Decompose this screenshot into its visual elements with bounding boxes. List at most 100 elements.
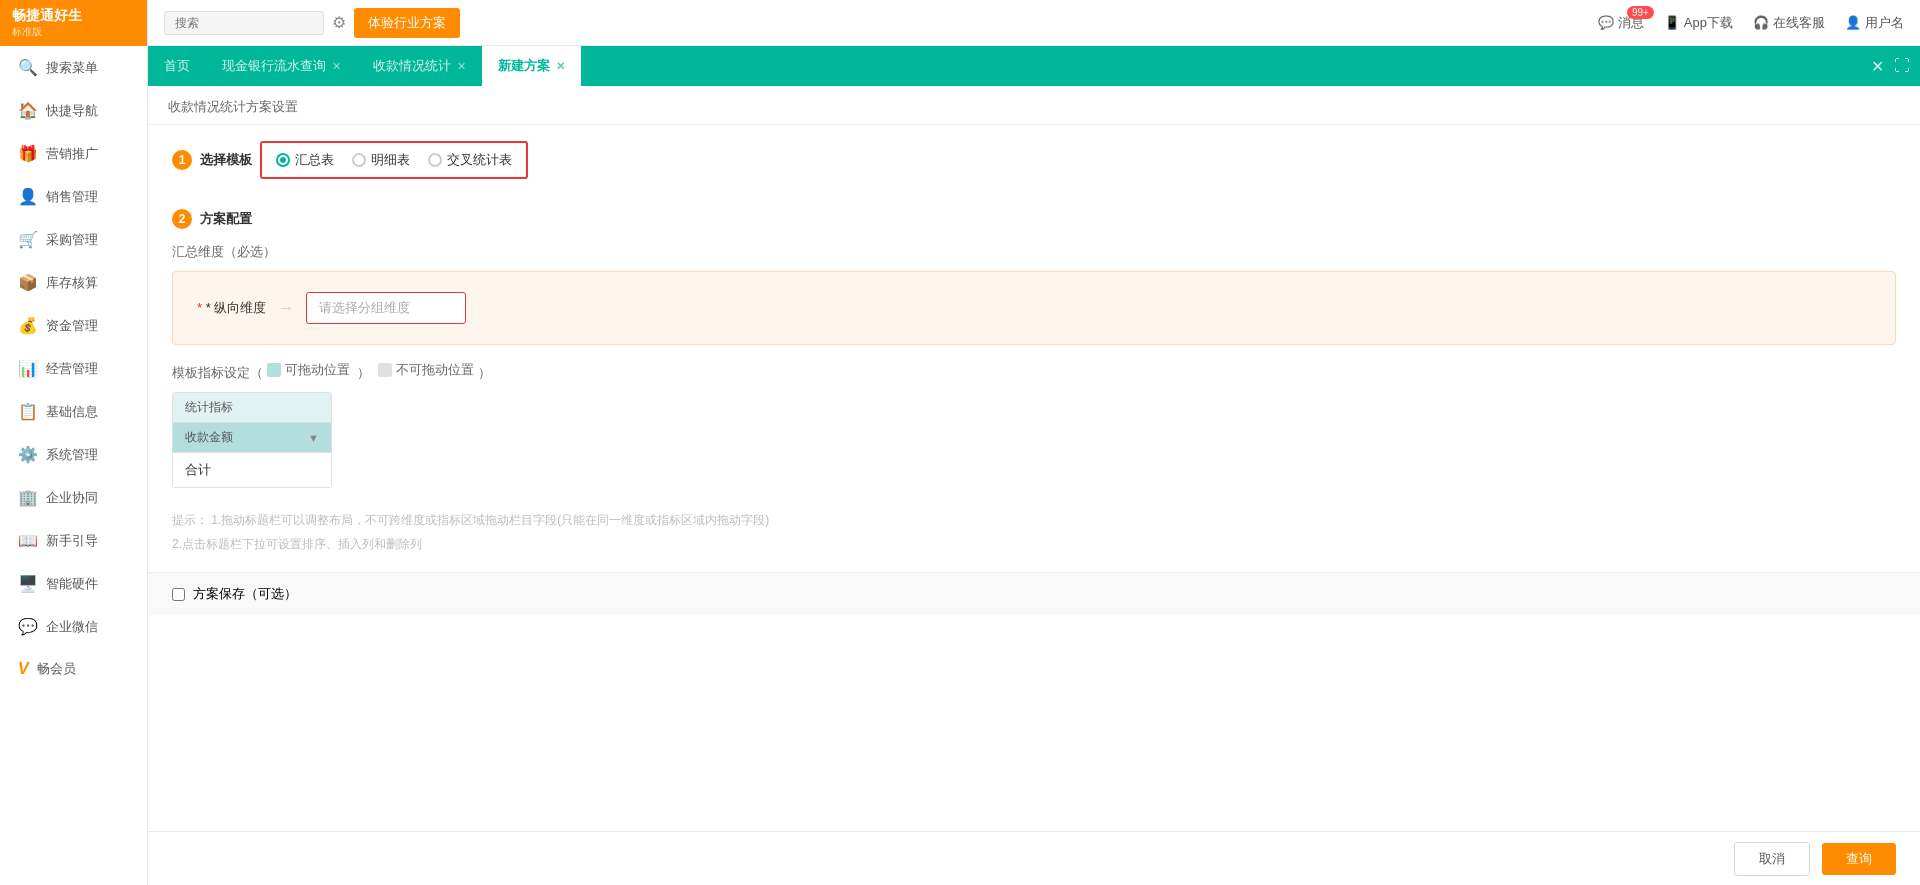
search-input[interactable] (164, 11, 324, 35)
step2-section: 2 方案配置 汇总维度（必选） * * 纵向维度 → 请选择分组维度 (148, 209, 1920, 572)
industry-btn[interactable]: 体验行业方案 (354, 8, 460, 38)
tab-receipt-stat[interactable]: 收款情况统计 ✕ (357, 46, 482, 86)
sidebar-item-smart-hw[interactable]: 🖥️ 智能硬件 (0, 562, 147, 605)
sidebar: 畅捷通好生 标准版 🔍 搜索菜单 🏠 快捷导航 🎁 营销推广 👤 销售管理 🛒 … (0, 0, 148, 885)
user-avatar[interactable]: 👤 用户名 (1845, 14, 1904, 32)
indicator-header: 模板指标设定（ 可拖动位置 ） 不可拖动位置 ） (172, 361, 1896, 382)
save-label: 方案保存（可选） (193, 585, 297, 603)
template-selection-box: 汇总表 明细表 交叉统计表 (260, 141, 528, 179)
indicator-section: 模板指标设定（ 可拖动位置 ） 不可拖动位置 ） (172, 361, 1896, 488)
content-inner: 收款情况统计方案设置 1 选择模板 汇总表 明细表 (148, 86, 1920, 831)
indicator-col-header[interactable]: 收款金额 ▼ (173, 423, 331, 453)
non-draggable-legend: 不可拖动位置 (378, 361, 474, 379)
guide-icon: 📖 (18, 531, 38, 550)
step1-section: 1 选择模板 汇总表 明细表 交叉统计表 (148, 125, 1920, 209)
dimension-row: * * 纵向维度 → 请选择分组维度 (197, 292, 1871, 324)
indicator-table-total: 合计 (173, 453, 331, 487)
search-menu-icon: 🔍 (18, 58, 38, 77)
page-title: 收款情况统计方案设置 (148, 86, 1920, 125)
radio-circle-cross (428, 153, 442, 167)
sidebar-item-finance[interactable]: 💰 资金管理 (0, 304, 147, 347)
query-button[interactable]: 查询 (1822, 843, 1896, 875)
sales-icon: 👤 (18, 187, 38, 206)
radio-circle-summary (276, 153, 290, 167)
main-area: ⚙ 体验行业方案 💬 消息 99+ 📱 App下载 🎧 在线客服 👤 用户名 (148, 0, 1920, 885)
purchase-icon: 🛒 (18, 230, 38, 249)
vertical-label: * * 纵向维度 (197, 299, 266, 317)
tab-close-new-plan[interactable]: ✕ (556, 60, 565, 73)
draggable-legend-box (267, 363, 281, 377)
step1-header: 1 选择模板 汇总表 明细表 交叉统计表 (172, 141, 1896, 179)
sidebar-item-sales[interactable]: 👤 销售管理 (0, 175, 147, 218)
sidebar-item-purchase[interactable]: 🛒 采购管理 (0, 218, 147, 261)
sidebar-logo-sub: 标准版 (12, 25, 82, 39)
footer-bar: 取消 查询 (148, 831, 1920, 885)
member-icon: V (18, 660, 29, 678)
app-download-btn[interactable]: 📱 App下载 (1664, 14, 1733, 32)
radio-label-summary: 汇总表 (295, 151, 334, 169)
step2-title: 方案配置 (200, 210, 252, 228)
step1-num: 1 (172, 150, 192, 170)
non-draggable-legend-box (378, 363, 392, 377)
topbar-right: 💬 消息 99+ 📱 App下载 🎧 在线客服 👤 用户名 (1598, 14, 1904, 32)
sidebar-item-enterprise[interactable]: 🏢 企业协同 (0, 476, 147, 519)
dimension-sublabel: 汇总维度（必选） (172, 243, 1896, 261)
radio-circle-detail (352, 153, 366, 167)
sidebar-logo-text: 畅捷通好生 (12, 7, 82, 25)
indicator-table-header: 统计指标 (173, 393, 331, 423)
radio-label-cross: 交叉统计表 (447, 151, 512, 169)
operation-icon: 📊 (18, 359, 38, 378)
marketing-icon: 🎁 (18, 144, 38, 163)
tab-home[interactable]: 首页 (148, 46, 206, 86)
indicator-col-dropdown-icon: ▼ (308, 432, 319, 444)
finance-icon: 💰 (18, 316, 38, 335)
tab-bank-flow[interactable]: 现金银行流水查询 ✕ (206, 46, 357, 86)
arrow-icon: → (278, 299, 294, 317)
inventory-icon: 📦 (18, 273, 38, 292)
tabbar: 首页 现金银行流水查询 ✕ 收款情况统计 ✕ 新建方案 ✕ ✕ ⛶ (148, 46, 1920, 86)
save-row: 方案保存（可选） (148, 572, 1920, 615)
dimension-area: * * 纵向维度 → 请选择分组维度 (172, 271, 1896, 345)
tip-1: 提示： 1.拖动标题栏可以调整布局，不可跨维度或指标区域拖动栏目字段(只能在同一… (172, 508, 1896, 532)
enterprise-icon: 🏢 (18, 488, 38, 507)
gear-icon[interactable]: ⚙ (332, 13, 346, 32)
content-area: 收款情况统计方案设置 1 选择模板 汇总表 明细表 (148, 86, 1920, 831)
sidebar-item-marketing[interactable]: 🎁 营销推广 (0, 132, 147, 175)
sidebar-item-wechat[interactable]: 💬 企业微信 (0, 605, 147, 648)
avatar-icon: 👤 (1845, 15, 1861, 30)
sidebar-item-search-menu[interactable]: 🔍 搜索菜单 (0, 46, 147, 89)
indicator-setting-label: 模板指标设定（ 可拖动位置 ） 不可拖动位置 ） (172, 361, 491, 382)
customer-service-btn[interactable]: 🎧 在线客服 (1753, 14, 1825, 32)
radio-summary[interactable]: 汇总表 (276, 151, 334, 169)
tips-section: 提示： 1.拖动标题栏可以调整布局，不可跨维度或指标区域拖动栏目字段(只能在同一… (172, 508, 1896, 556)
system-icon: ⚙️ (18, 445, 38, 464)
sidebar-logo: 畅捷通好生 标准版 (0, 0, 147, 46)
sidebar-item-system[interactable]: ⚙️ 系统管理 (0, 433, 147, 476)
sidebar-item-guide[interactable]: 📖 新手引导 (0, 519, 147, 562)
message-badge: 99+ (1627, 6, 1654, 19)
maximize-icon[interactable]: ⛶ (1894, 57, 1910, 75)
radio-label-detail: 明细表 (371, 151, 410, 169)
close-window-icon[interactable]: ✕ (1871, 57, 1884, 76)
tabbar-actions: ✕ ⛶ (1871, 57, 1920, 76)
radio-detail[interactable]: 明细表 (352, 151, 410, 169)
cancel-button[interactable]: 取消 (1734, 842, 1810, 876)
sidebar-item-inventory[interactable]: 📦 库存核算 (0, 261, 147, 304)
topbar: ⚙ 体验行业方案 💬 消息 99+ 📱 App下载 🎧 在线客服 👤 用户名 (148, 0, 1920, 46)
sidebar-item-quick-nav[interactable]: 🏠 快捷导航 (0, 89, 147, 132)
sidebar-item-operation[interactable]: 📊 经营管理 (0, 347, 147, 390)
tab-new-plan[interactable]: 新建方案 ✕ (482, 46, 581, 86)
save-checkbox[interactable] (172, 588, 185, 601)
tab-close-bank-flow[interactable]: ✕ (332, 60, 341, 73)
step1-title: 选择模板 (200, 151, 252, 169)
step2-header: 2 方案配置 (172, 209, 1896, 229)
dimension-select[interactable]: 请选择分组维度 (306, 292, 466, 324)
radio-cross[interactable]: 交叉统计表 (428, 151, 512, 169)
tab-close-receipt-stat[interactable]: ✕ (457, 60, 466, 73)
step2-num: 2 (172, 209, 192, 229)
indicator-table: 统计指标 收款金额 ▼ 合计 (172, 392, 332, 488)
sidebar-item-member[interactable]: V 畅会员 (0, 648, 147, 690)
sidebar-item-basic-info[interactable]: 📋 基础信息 (0, 390, 147, 433)
tip-2: 2.点击标题栏下拉可设置排序、插入列和删除列 (172, 532, 1896, 556)
message-btn[interactable]: 💬 消息 99+ (1598, 14, 1644, 32)
